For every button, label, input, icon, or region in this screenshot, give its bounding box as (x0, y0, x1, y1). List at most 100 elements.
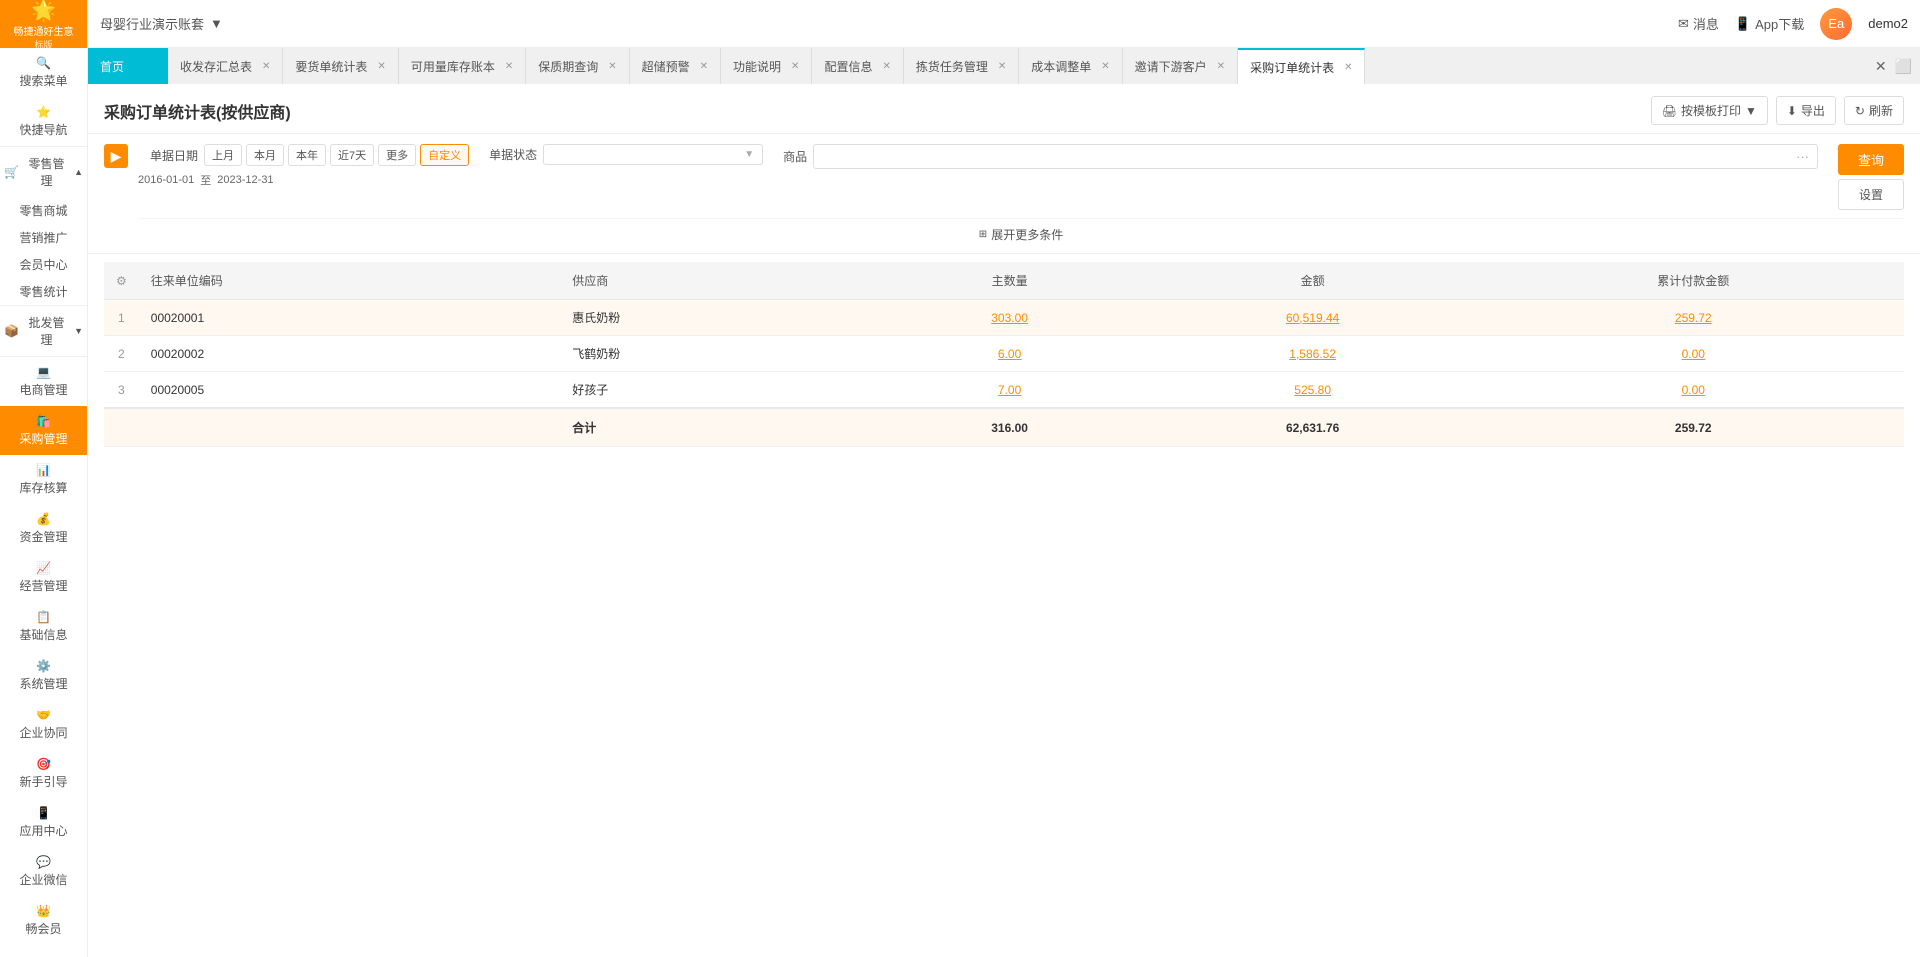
sidebar-item-inventory[interactable]: 📊 库存核算 (0, 455, 87, 504)
tab-expiry-query[interactable]: 保质期查询 ✕ (526, 48, 629, 84)
tab-label: 可用量库存账本 (411, 58, 495, 75)
tab-order-stats[interactable]: 要货单统计表 ✕ (283, 48, 398, 84)
tab-close-icon[interactable]: ✕ (377, 61, 385, 72)
row-qty[interactable]: 303.00 (876, 300, 1142, 336)
sidebar-item-label: 资金管理 (19, 528, 67, 545)
tab-label: 采购订单统计表 (1250, 59, 1334, 76)
tab-home[interactable]: 首页 (88, 48, 168, 84)
tab-close-icon[interactable]: ✕ (1217, 61, 1225, 72)
sidebar-item-enterprise[interactable]: 🤝 企业协同 (0, 700, 87, 749)
tab-close-icon[interactable]: ✕ (998, 61, 1006, 72)
date-btn-this-year[interactable]: 本年 (288, 144, 326, 166)
tab-close-icon[interactable]: ✕ (882, 61, 890, 72)
tab-avail-stock[interactable]: 可用量库存账本 ✕ (399, 48, 526, 84)
date-btn-7days[interactable]: 近7天 (330, 144, 374, 166)
filter-toggle-button[interactable]: ▶ (104, 144, 128, 168)
star-icon: ⭐ (36, 105, 51, 119)
sidebar-item-member2[interactable]: 👑 畅会员 (0, 896, 87, 945)
row-paid[interactable]: 0.00 (1483, 336, 1905, 372)
supplier-name: 惠氏奶粉 (560, 300, 876, 336)
sidebar-item-label: 库存核算 (19, 479, 67, 496)
account-dropdown[interactable]: 母婴行业演示账套 ▼ (100, 14, 223, 33)
sidebar-item-newbie[interactable]: 🎯 新手引导 (0, 749, 87, 798)
tab-close-icon[interactable]: ✕ (700, 61, 708, 72)
message-button[interactable]: ✉ 消息 (1678, 14, 1719, 33)
sidebar-item-shortcut[interactable]: ⭐ 快捷导航 (0, 97, 87, 146)
row-qty[interactable]: 7.00 (876, 372, 1142, 409)
sidebar-item-wholesale[interactable]: 📦 批发管理 ▼ (0, 306, 87, 356)
tab-close-icon[interactable]: ✕ (608, 61, 616, 72)
tab-close-icon[interactable]: ✕ (505, 61, 513, 72)
row-qty[interactable]: 6.00 (876, 336, 1142, 372)
column-settings-icon[interactable]: ⚙ (116, 274, 127, 288)
row-amount[interactable]: 60,519.44 (1143, 300, 1483, 336)
tab-close-icon[interactable]: ✕ (1344, 62, 1352, 73)
sidebar-item-label: 零售统计 (19, 283, 67, 300)
tab-function-desc[interactable]: 功能说明 ✕ (721, 48, 812, 84)
expand-filter-button[interactable]: ⊞ 展开更多条件 (979, 226, 1063, 243)
row-paid[interactable]: 259.72 (1483, 300, 1905, 336)
th-unit-code: 往来单位编码 (139, 262, 560, 300)
date-btn-this-month[interactable]: 本月 (246, 144, 284, 166)
date-btn-last-month[interactable]: 上月 (204, 144, 242, 166)
sidebar-item-retail-shop[interactable]: 零售商城 (0, 197, 87, 224)
tab-label: 邀请下游客户 (1135, 58, 1207, 75)
sidebar-item-app-center[interactable]: 📱 应用中心 (0, 798, 87, 847)
sidebar-item-basic[interactable]: 📋 基础信息 (0, 602, 87, 651)
close-tab-icon[interactable]: ✕ (1875, 58, 1887, 75)
chevron-down-icon: ▼ (1745, 104, 1757, 118)
tab-close-icon[interactable]: ✕ (791, 61, 799, 72)
footer-empty (104, 408, 139, 447)
tab-cost-adjust[interactable]: 成本调整单 ✕ (1019, 48, 1122, 84)
tab-config-info[interactable]: 配置信息 ✕ (812, 48, 903, 84)
row-amount[interactable]: 525.80 (1143, 372, 1483, 409)
sidebar-item-label: 应用中心 (19, 822, 67, 839)
template-print-label: 按模板打印 (1681, 102, 1741, 119)
tab-close-icon[interactable]: ✕ (1101, 61, 1109, 72)
sidebar-item-label: 电商管理 (19, 381, 67, 398)
row-amount[interactable]: 1,586.52 (1143, 336, 1483, 372)
refresh-button[interactable]: ↻ 刷新 (1844, 96, 1904, 125)
system-icon: ⚙️ (36, 659, 51, 673)
tab-label: 成本调整单 (1031, 58, 1091, 75)
sidebar-item-search[interactable]: 🔍 搜索菜单 (0, 48, 87, 97)
ellipsis-icon: ··· (1796, 149, 1809, 164)
sidebar-item-wechat[interactable]: 💬 企业微信 (0, 847, 87, 896)
tab-close-icon[interactable]: ✕ (262, 61, 270, 72)
sidebar-item-operations[interactable]: 📈 经营管理 (0, 553, 87, 602)
goods-input[interactable]: ··· (813, 144, 1818, 169)
sidebar-item-marketing[interactable]: 营销推广 (0, 224, 87, 251)
query-button[interactable]: 查询 (1838, 144, 1904, 175)
tab-recv-summary[interactable]: 收发存汇总表 ✕ (168, 48, 283, 84)
export-icon: ⬇ (1787, 104, 1797, 118)
search-icon: 🔍 (36, 56, 51, 70)
date-btn-custom[interactable]: 自定义 (420, 144, 469, 166)
tab-picking-task[interactable]: 拣货任务管理 ✕ (904, 48, 1019, 84)
template-print-button[interactable]: 🖨 按模板打印 ▼ (1651, 96, 1768, 125)
tab-purchase-stats[interactable]: 采购订单统计表 ✕ (1238, 48, 1365, 84)
row-paid[interactable]: 0.00 (1483, 372, 1905, 409)
maximize-icon[interactable]: ⬜ (1895, 58, 1912, 75)
th-qty: 主数量 (876, 262, 1142, 300)
export-button[interactable]: ⬇ 导出 (1776, 96, 1836, 125)
sidebar-item-purchase[interactable]: 🛍️ 采购管理 (0, 406, 87, 455)
tab-overstock[interactable]: 超储预警 ✕ (630, 48, 721, 84)
expand-filter-label: 展开更多条件 (991, 226, 1063, 243)
sidebar-item-finance[interactable]: 💰 资金管理 (0, 504, 87, 553)
sidebar-item-retail[interactable]: 🛒 零售管理 ▲ (0, 147, 87, 197)
date-from: 2016-01-01 (138, 174, 194, 186)
settings-button[interactable]: 设置 (1838, 179, 1904, 210)
sidebar-item-retail-stats[interactable]: 零售统计 (0, 278, 87, 305)
sidebar-item-system[interactable]: ⚙️ 系统管理 (0, 651, 87, 700)
tab-invite-downstream[interactable]: 邀请下游客户 ✕ (1123, 48, 1238, 84)
user-avatar[interactable]: Ea (1820, 8, 1852, 40)
row-num: 3 (104, 372, 139, 409)
sidebar-item-member[interactable]: 会员中心 (0, 251, 87, 278)
status-select[interactable]: ▼ (543, 144, 763, 165)
th-supplier: 供应商 (560, 262, 876, 300)
sidebar-item-label: 系统管理 (19, 675, 67, 692)
date-btn-more[interactable]: 更多 (378, 144, 416, 166)
sidebar-item-ecommerce[interactable]: 💻 电商管理 (0, 356, 87, 406)
account-name: 母婴行业演示账套 (100, 14, 204, 33)
app-download-button[interactable]: 📱 App下载 (1735, 14, 1804, 33)
